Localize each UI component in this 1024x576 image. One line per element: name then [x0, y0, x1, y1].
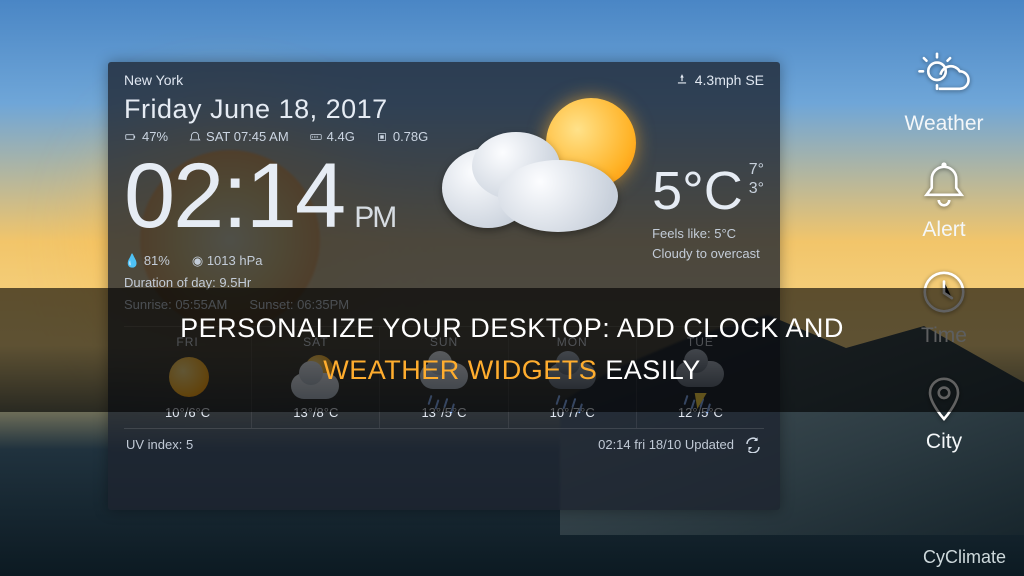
headline-banner: PERSONALIZE YOUR DESKTOP: ADD CLOCK AND …	[0, 288, 1024, 412]
temp-lo: 3°	[749, 179, 764, 198]
alarm-icon	[188, 130, 202, 144]
sidebar-label: Weather	[905, 112, 984, 136]
headline-line1: PERSONALIZE YOUR DESKTOP: ADD CLOCK AND	[180, 313, 844, 343]
wind-value: 4.3mph SE	[695, 72, 764, 88]
humidity-value: 81%	[144, 253, 170, 268]
headline-rest: EASILY	[597, 355, 701, 385]
sidebar-item-weather[interactable]: Weather	[884, 52, 1004, 136]
wind-icon	[675, 73, 689, 87]
headline-accent: WEATHER WIDGETS	[323, 355, 597, 385]
battery-icon	[124, 130, 138, 144]
pressure-value: 1013 hPa	[207, 253, 263, 268]
wind-indicator: 4.3mph SE	[675, 72, 764, 88]
current-weather-icon	[442, 98, 642, 228]
desktop-background: New York 4.3mph SE Friday June 18, 2017 …	[0, 0, 1024, 576]
clock-display: 02:14 PM	[124, 150, 395, 242]
brand-watermark: CyClimate	[923, 547, 1006, 568]
temp-hi: 7°	[749, 160, 764, 179]
weather-icon	[916, 52, 972, 108]
sidebar-label: City	[926, 430, 962, 454]
network-icon	[309, 130, 323, 144]
alarm-value: SAT 07:45 AM	[206, 129, 289, 144]
uv-index: UV index: 5	[126, 437, 193, 452]
cpu-value: 0.78G	[393, 129, 428, 144]
network-value: 4.4G	[327, 129, 355, 144]
feels-like: Feels like: 5°C	[652, 224, 764, 244]
city-label[interactable]: New York	[124, 72, 183, 88]
weather-widget[interactable]: New York 4.3mph SE Friday June 18, 2017 …	[108, 62, 780, 510]
refresh-icon[interactable]	[744, 435, 762, 453]
sidebar-item-alert[interactable]: Alert	[884, 158, 1004, 242]
clock-time: 02:14	[124, 150, 344, 242]
current-temp: 5°C	[652, 160, 743, 222]
sidebar-label: Alert	[922, 218, 965, 242]
battery-value: 47%	[142, 129, 168, 144]
headline-text: PERSONALIZE YOUR DESKTOP: ADD CLOCK AND …	[180, 308, 844, 392]
bell-icon	[916, 158, 972, 214]
last-updated: 02:14 fri 18/10 Updated	[598, 437, 734, 452]
cpu-icon	[375, 130, 389, 144]
conditions-desc: Cloudy to overcast	[652, 244, 764, 264]
clock-ampm: PM	[354, 203, 395, 233]
